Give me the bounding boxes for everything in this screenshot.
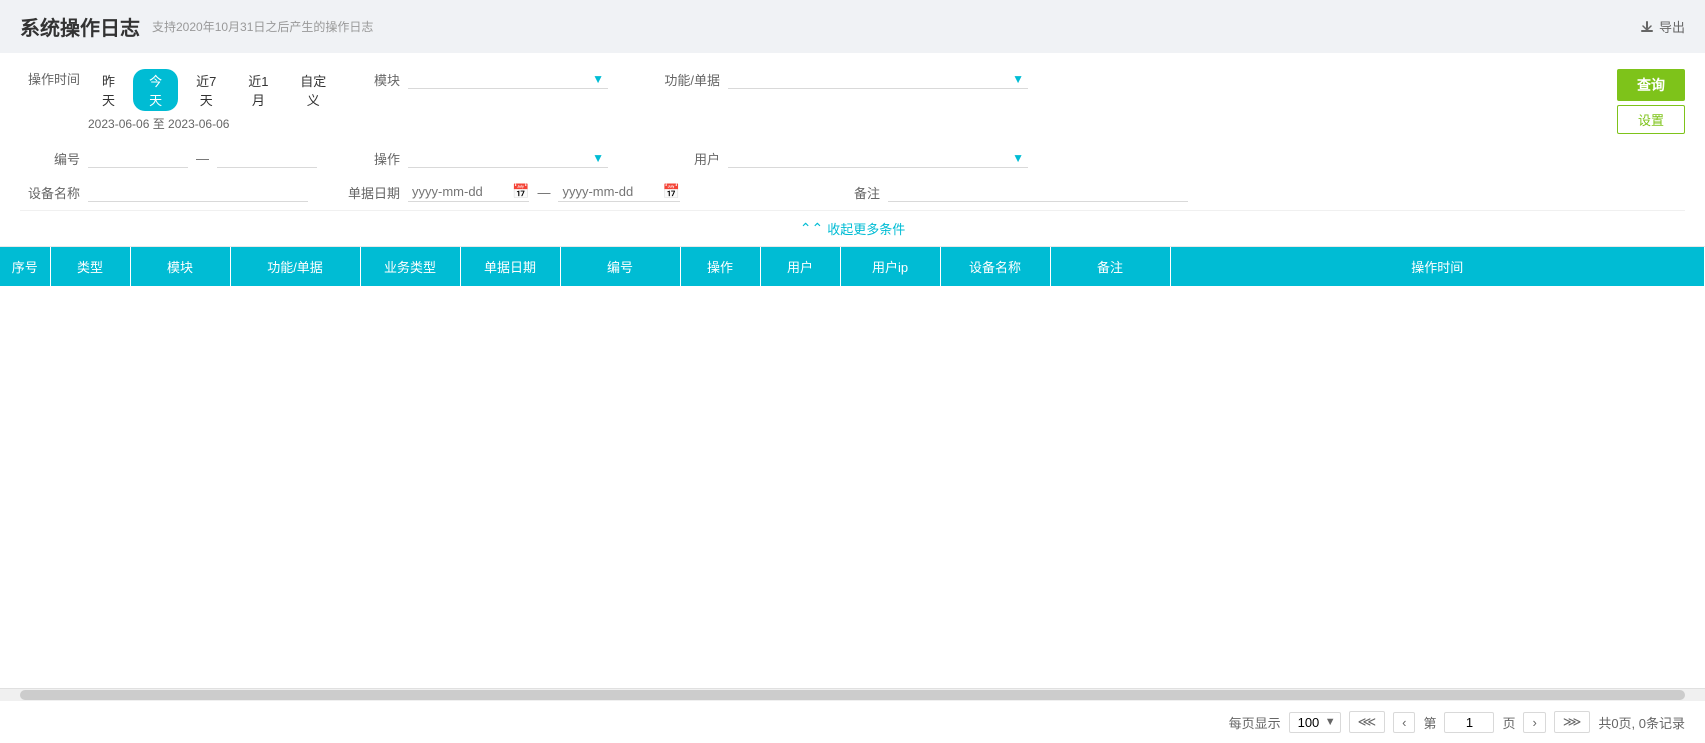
date-filter-group: 单据日期 📅 — 📅 [340,182,820,202]
col-header-remark: 备注 [1050,247,1170,286]
user-select-wrap: ▼ [728,148,1028,168]
time-btn-1month[interactable]: 近1月 [234,69,282,111]
time-btn-custom[interactable]: 自定义 [286,69,340,111]
table-wrap: 序号 类型 模块 功能/单据 业务类型 单据日期 编号 操作 用户 用户ip 设… [0,247,1705,688]
device-label: 设备名称 [20,183,80,202]
remark-filter-group: 备注 [820,182,1685,202]
user-label: 用户 [660,149,720,168]
time-range: 2023-06-06 至 2023-06-06 [88,115,340,132]
settings-button[interactable]: 设置 [1617,105,1685,134]
scrollbar-thumb[interactable] [20,690,1685,700]
action-buttons: 查询 设置 [1565,69,1685,134]
prev-page-button[interactable]: ‹ [1393,712,1415,733]
export-icon [1639,19,1655,35]
page-total: 共0页, 0条记录 [1598,713,1685,732]
device-filter-group: 设备名称 [20,182,340,202]
func-select-wrap: ▼ [728,69,1028,89]
col-header-user: 用户 [760,247,840,286]
date-label: 单据日期 [340,183,400,202]
page-header: 系统操作日志 支持2020年10月31日之后产生的操作日志 导出 [0,0,1705,53]
oper-select-wrap: ▼ [408,148,608,168]
func-select[interactable] [728,69,1028,88]
collapse-bar[interactable]: ⌃⌃ 收起更多条件 [20,210,1685,246]
export-button[interactable]: 导出 [1639,17,1685,36]
time-options: 昨天 今天 近7天 近1月 自定义 2023-06-06 至 2023-06-0… [88,69,340,132]
pagination: 每页显示 100 50 200 ▼ ⋘ ‹ 第 页 › ⋙ 共0页, 0条记录 [0,700,1705,743]
col-header-biztype: 业务类型 [360,247,460,286]
time-btns: 昨天 今天 近7天 近1月 自定义 [88,69,340,111]
func-filter-group: 功能/单据 ▼ [660,69,1545,89]
remark-label: 备注 [820,183,880,202]
num-label: 编号 [20,149,80,168]
page-size-select[interactable]: 100 50 200 [1290,713,1340,732]
calendar-start-icon[interactable]: 📅 [512,183,529,200]
page-title: 系统操作日志 [20,12,140,41]
collapse-chevron-icon: ⌃⌃ [800,220,823,237]
next-page-button[interactable]: › [1523,712,1545,733]
time-btn-yesterday[interactable]: 昨天 [88,69,129,111]
module-select[interactable] [408,69,608,88]
collapse-label: 收起更多条件 [827,219,905,238]
filter-panel: 操作时间 昨天 今天 近7天 近1月 自定义 2023-06-06 至 2023… [0,53,1705,247]
module-filter-group: 模块 ▼ [340,69,660,89]
page-suffix: 页 [1502,713,1515,732]
page-container: 系统操作日志 支持2020年10月31日之后产生的操作日志 导出 操作时间 昨天… [0,0,1705,743]
per-page-label: 每页显示 [1229,713,1281,732]
col-header-seq: 序号 [0,247,50,286]
last-page-button[interactable]: ⋙ [1554,711,1591,733]
remark-input[interactable] [888,182,1188,202]
table-header: 序号 类型 模块 功能/单据 业务类型 单据日期 编号 操作 用户 用户ip 设… [0,247,1705,286]
oper-label: 操作 [340,149,400,168]
num-filter-group: 编号 — [20,148,340,168]
time-btn-today[interactable]: 今天 [133,69,178,111]
num-dash: — [196,151,209,166]
col-header-oper: 操作 [680,247,760,286]
calendar-end-icon[interactable]: 📅 [662,183,679,200]
data-table: 序号 类型 模块 功能/单据 业务类型 单据日期 编号 操作 用户 用户ip 设… [0,247,1705,286]
export-label: 导出 [1659,17,1685,36]
date-start-input[interactable] [408,182,508,201]
time-label: 操作时间 [20,69,80,88]
device-input[interactable] [88,182,308,202]
page-subtitle: 支持2020年10月31日之后产生的操作日志 [152,18,373,35]
col-header-optime: 操作时间 [1170,247,1705,286]
col-header-module: 模块 [130,247,230,286]
page-input[interactable] [1444,712,1494,733]
time-btn-7days[interactable]: 近7天 [182,69,230,111]
page-label: 第 [1423,713,1436,732]
col-header-date: 单据日期 [460,247,560,286]
col-header-userip: 用户ip [840,247,940,286]
time-filter-group: 操作时间 昨天 今天 近7天 近1月 自定义 2023-06-06 至 2023… [20,69,340,132]
date-start-wrap: 📅 [408,182,529,202]
page-size-wrap: 100 50 200 ▼ [1289,712,1341,733]
col-header-num: 编号 [560,247,680,286]
table-header-row: 序号 类型 模块 功能/单据 业务类型 单据日期 编号 操作 用户 用户ip 设… [0,247,1705,286]
query-button[interactable]: 查询 [1617,69,1685,101]
oper-filter-group: 操作 ▼ [340,148,660,168]
num-end-input[interactable] [217,148,317,168]
col-header-func: 功能/单据 [230,247,360,286]
module-select-wrap: ▼ [408,69,608,89]
first-page-button[interactable]: ⋘ [1349,711,1386,733]
date-end-input[interactable] [558,182,658,201]
date-end-wrap: 📅 [558,182,679,202]
user-filter-group: 用户 ▼ [660,148,1685,168]
user-select[interactable] [728,148,1028,167]
module-label: 模块 [340,70,400,89]
func-label: 功能/单据 [660,70,720,89]
date-dash: — [537,185,550,200]
num-start-input[interactable] [88,148,188,168]
oper-select[interactable] [408,148,608,167]
scrollbar-area[interactable] [0,688,1705,700]
col-header-device: 设备名称 [940,247,1050,286]
col-header-type: 类型 [50,247,130,286]
